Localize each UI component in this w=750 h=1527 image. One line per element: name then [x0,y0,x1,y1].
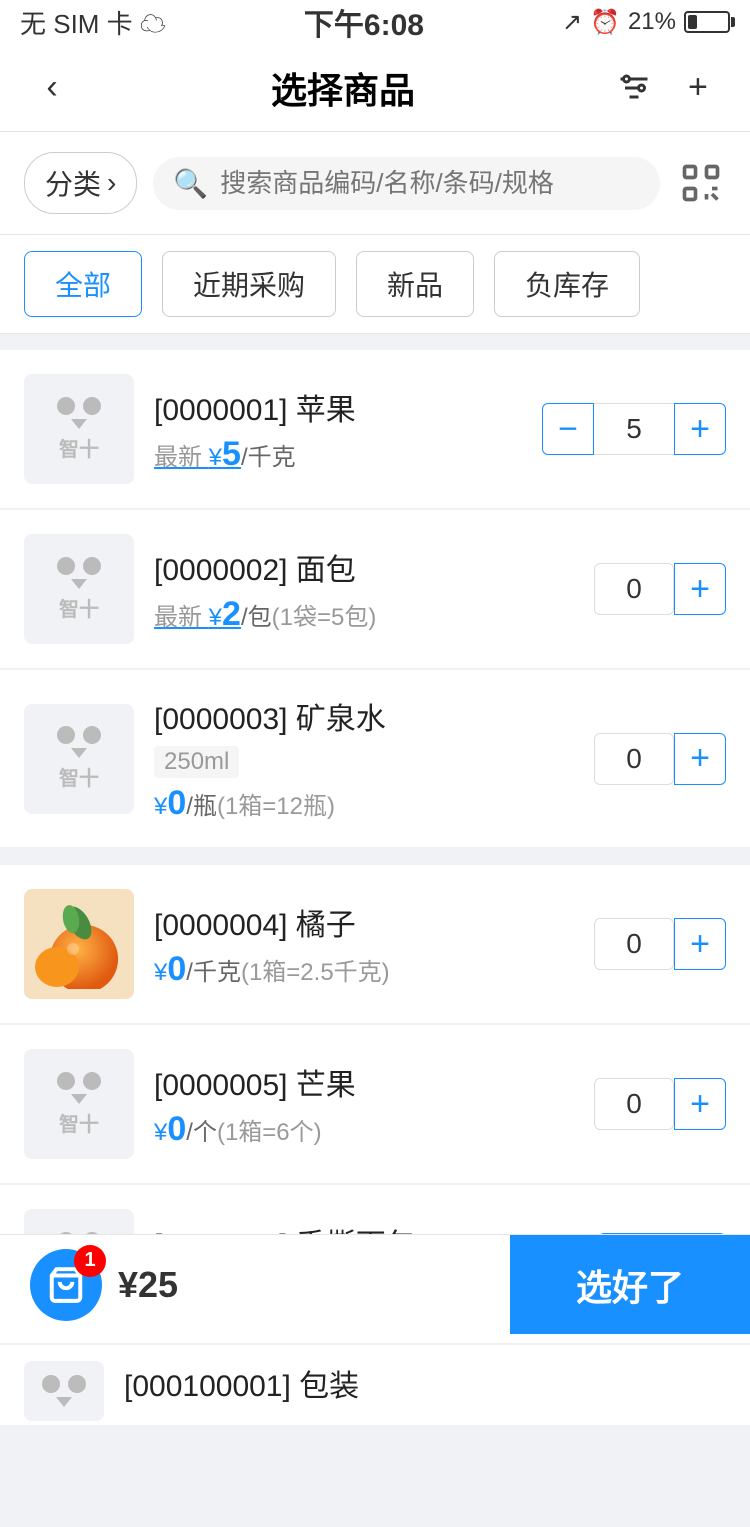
product-info-0000001: [0000001] 苹果 最新 ¥5/千克 [154,385,522,474]
category-arrow: › [107,167,116,199]
status-bar: 无 SIM 卡 ☁ 下午6:08 ↗ ⏰ 21% [0,0,750,44]
divider-2 [0,849,750,865]
qty-plus-0000002[interactable]: + [674,563,726,615]
product-thumb-0000003: 智十 [24,704,134,814]
product-thumb-0000005: 智十 [24,1049,134,1159]
product-price-0000003: ¥0/瓶(1箱=12瓶) [154,784,574,823]
confirm-button[interactable]: 选好了 [510,1235,750,1334]
owl-logo-2: 智十 [57,557,101,622]
product-price-0000001: 最新 ¥5/千克 [154,435,522,474]
product-thumb-0000002: 智十 [24,534,134,644]
owl-logo-5: 智十 [57,1072,101,1137]
product-name-0000005: [0000005] 芒果 [154,1060,574,1104]
product-info-0000005: [0000005] 芒果 ¥0/个(1箱=6个) [154,1060,574,1149]
product-price-0000002: 最新 ¥2/包(1袋=5包) [154,595,574,634]
qty-input-0000005[interactable] [594,1078,674,1130]
alarm-icon: ⏰ [590,8,620,37]
tab-new[interactable]: 新品 [356,251,474,317]
product-item-0000003: 智十 [0000003] 矿泉水 250ml ¥0/瓶(1箱=12瓶) + [0,670,750,847]
quantity-ctrl-0000003: + [594,733,726,785]
bottom-bar: 1 ¥25 选好了 [0,1234,750,1334]
search-input[interactable] [220,168,640,199]
quantity-ctrl-0000005: + [594,1078,726,1130]
tab-negative[interactable]: 负库存 [494,251,640,317]
product-item-0000004: [0000004] 橘子 ¥0/千克(1箱=2.5千克) + [0,865,750,1023]
product-price-0000005: ¥0/个(1箱=6个) [154,1110,574,1149]
cart-icon-wrap[interactable]: 1 [30,1249,102,1321]
battery-icon [684,11,730,33]
product-item-0000002: 智十 [0000002] 面包 最新 ¥2/包(1袋=5包) + [0,510,750,668]
tab-recent[interactable]: 近期采购 [162,251,336,317]
qty-input-0000002[interactable] [594,563,674,615]
cart-badge: 1 [74,1245,106,1277]
qty-minus-0000001[interactable]: − [542,403,594,455]
tab-all[interactable]: 全部 [24,251,142,317]
product-name-0000001: [0000001] 苹果 [154,385,522,429]
cart-total: ¥25 [118,1264,178,1306]
qty-input-0000003[interactable] [594,733,674,785]
status-right: ↗ ⏰ 21% [562,8,730,37]
back-button[interactable]: ‹ [30,66,74,110]
product-item-0000001: 智十 [0000001] 苹果 最新 ¥5/千克 − + [0,350,750,508]
location-icon: ↗ [562,8,582,37]
product-info-000100001: [000100001] 包装 [124,1361,726,1411]
nav-bar: ‹ 选择商品 + [0,44,750,132]
signal-text: 无 SIM 卡 ☁ [20,4,166,41]
quantity-ctrl-0000002: + [594,563,726,615]
add-button[interactable]: + [676,66,720,110]
status-time: 下午6:08 [304,0,424,44]
category-button[interactable]: 分类 › [24,152,137,214]
status-left: 无 SIM 卡 ☁ [20,4,166,41]
product-info-0000002: [0000002] 面包 最新 ¥2/包(1袋=5包) [154,545,574,634]
owl-logo: 智十 [57,397,101,462]
product-thumb-000100001 [24,1361,104,1421]
product-spec-0000003: 250ml [154,746,239,778]
owl-logo-3: 智十 [57,726,101,791]
quantity-ctrl-0000001: − + [542,403,726,455]
category-label: 分类 [45,163,101,203]
quantity-ctrl-0000004: + [594,918,726,970]
product-name-000100001: [000100001] 包装 [124,1361,726,1405]
product-name-0000004: [0000004] 橘子 [154,900,574,944]
battery-percent: 21% [628,8,676,36]
search-icon: 🔍 [173,167,208,200]
product-info-0000004: [0000004] 橘子 ¥0/千克(1箱=2.5千克) [154,900,574,989]
product-price-0000004: ¥0/千克(1箱=2.5千克) [154,950,574,989]
owl-logo-7 [42,1375,86,1407]
product-thumb-0000001: 智十 [24,374,134,484]
cart-area: 1 ¥25 [0,1249,510,1321]
divider-1 [0,334,750,350]
product-item-000100001: [000100001] 包装 [0,1345,750,1425]
product-thumb-0000004 [24,889,134,999]
tabs-row: 全部 近期采购 新品 负库存 [0,235,750,334]
nav-left: ‹ [30,66,74,110]
product-name-0000002: [0000002] 面包 [154,545,574,589]
qty-plus-0000003[interactable]: + [674,733,726,785]
page-title: 选择商品 [271,62,415,114]
product-info-0000003: [0000003] 矿泉水 250ml ¥0/瓶(1箱=12瓶) [154,694,574,823]
qty-input-0000004[interactable] [594,918,674,970]
search-bar: 🔍 [153,157,660,210]
scan-button[interactable] [676,158,726,208]
product-name-0000003: [0000003] 矿泉水 [154,694,574,738]
nav-right: + [612,66,720,110]
product-item-0000005: 智十 [0000005] 芒果 ¥0/个(1箱=6个) + [0,1025,750,1183]
filter-row: 分类 › 🔍 [0,132,750,235]
filter-icon[interactable] [612,66,656,110]
qty-input-0000001[interactable] [594,403,674,455]
qty-plus-0000005[interactable]: + [674,1078,726,1130]
qty-plus-0000004[interactable]: + [674,918,726,970]
qty-plus-0000001[interactable]: + [674,403,726,455]
